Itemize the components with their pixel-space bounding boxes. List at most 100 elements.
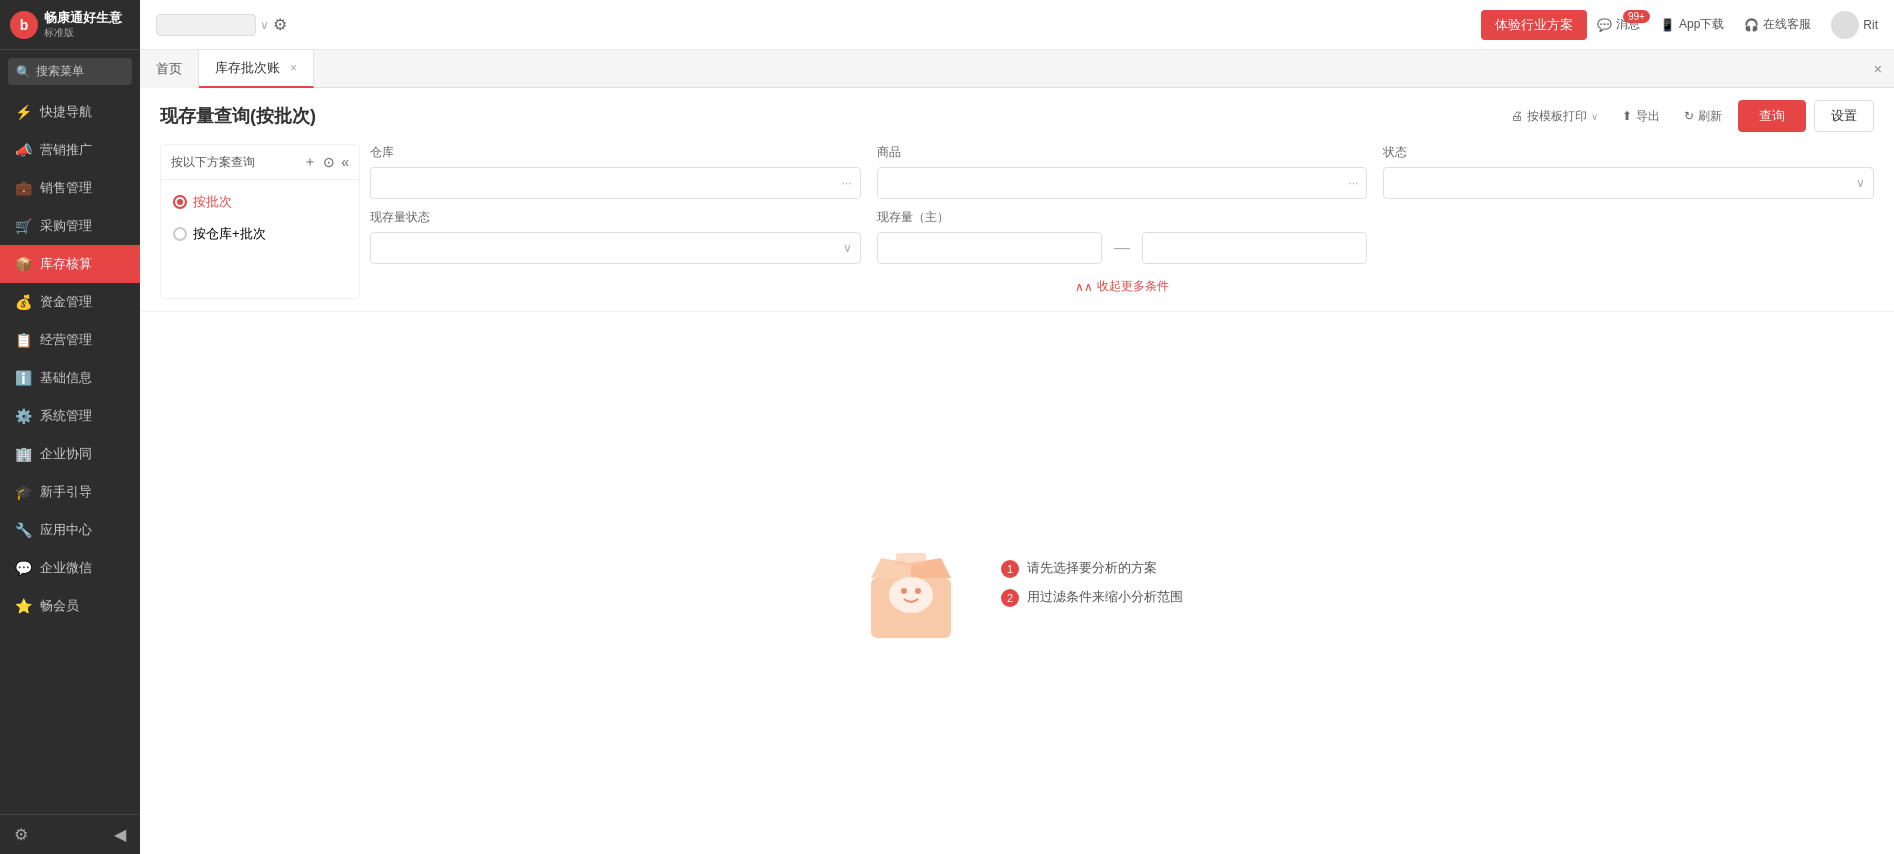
sidebar-item-label: 采购管理 — [40, 217, 92, 235]
empty-step-2: 2 用过滤条件来缩小分析范围 — [1001, 588, 1183, 607]
scheme-header-actions: ＋ ⊙ « — [303, 153, 349, 171]
sidebar-item-wechat[interactable]: 💬 企业微信 — [0, 549, 140, 587]
inventory-status-label: 现存量状态 — [370, 209, 861, 226]
brand-version: 标准版 — [44, 26, 122, 39]
page-title: 现存量查询(按批次) — [160, 104, 316, 128]
print-dropdown-icon[interactable]: ∨ — [1591, 111, 1598, 122]
quantity-to-input[interactable] — [1142, 232, 1367, 264]
sidebar-nav: ⚡ 快捷导航 📣 营销推广 💼 销售管理 🛒 采购管理 📦 库存核算 💰 资金管… — [0, 93, 140, 814]
tab-inventory-batch[interactable]: 库存批次账 × — [199, 50, 314, 88]
wechat-icon: 💬 — [14, 559, 32, 577]
sidebar-item-label: 营销推广 — [40, 141, 92, 159]
sidebar-item-quick-nav[interactable]: ⚡ 快捷导航 — [0, 93, 140, 131]
sidebar-item-system[interactable]: ⚙️ 系统管理 — [0, 397, 140, 435]
sidebar-item-app-center[interactable]: 🔧 应用中心 — [0, 511, 140, 549]
step-2-text: 用过滤条件来缩小分析范围 — [1027, 588, 1183, 606]
scheme-add-icon[interactable]: ＋ — [303, 153, 317, 171]
app-download-label: App下载 — [1679, 16, 1724, 33]
sidebar-search[interactable]: 🔍 搜索菜单 — [8, 58, 132, 85]
quantity-field: 现存量（主） — — [877, 209, 1368, 264]
sidebar-item-marketing[interactable]: 📣 营销推广 — [0, 131, 140, 169]
sidebar-item-operations[interactable]: 📋 经营管理 — [0, 321, 140, 359]
status-label: 状态 — [1383, 144, 1874, 161]
purchase-icon: 🛒 — [14, 217, 32, 235]
inventory-status-field: 现存量状态 ∨ — [370, 209, 861, 264]
sidebar-item-label: 快捷导航 — [40, 103, 92, 121]
query-button[interactable]: 查询 — [1738, 100, 1806, 132]
guide-icon: 🎓 — [14, 483, 32, 501]
print-label: 按模板打印 — [1527, 108, 1587, 125]
enterprise-icon: 🏢 — [14, 445, 32, 463]
warehouse-label: 仓库 — [370, 144, 861, 161]
goods-input[interactable]: ··· — [877, 167, 1368, 199]
sidebar-item-label: 资金管理 — [40, 293, 92, 311]
sidebar-item-label: 企业协同 — [40, 445, 92, 463]
trial-button[interactable]: 体验行业方案 — [1481, 10, 1587, 40]
svg-rect-6 — [896, 553, 926, 565]
scheme-settings-icon[interactable]: ⊙ — [323, 154, 335, 170]
sidebar-item-guide[interactable]: 🎓 新手引导 — [0, 473, 140, 511]
brand-name: 畅康通好生意 — [44, 10, 122, 27]
app-download-icon: 📱 — [1660, 18, 1675, 32]
tab-bar-close-button[interactable]: × — [1862, 61, 1894, 77]
sidebar-footer: ⚙ ◀ — [0, 814, 140, 854]
page-header: 现存量查询(按批次) 🖨 按模板打印 ∨ ⬆ 导出 ↻ 刷新 查询 设置 — [140, 88, 1894, 132]
finance-icon: 💰 — [14, 293, 32, 311]
app-download-button[interactable]: 📱 App下载 — [1660, 16, 1724, 33]
scheme-item-by-batch[interactable]: 按批次 — [161, 186, 359, 218]
breadcrumb: ∨ ⚙ — [156, 14, 1471, 36]
tab-home[interactable]: 首页 — [140, 50, 199, 88]
sidebar-item-enterprise[interactable]: 🏢 企业协同 — [0, 435, 140, 473]
footer-collapse-icon[interactable]: ◀ — [114, 825, 126, 844]
step-2-number: 2 — [1001, 589, 1019, 607]
customer-service-button[interactable]: 🎧 在线客服 — [1744, 16, 1811, 33]
quick-nav-icon: ⚡ — [14, 103, 32, 121]
topbar-gear-icon[interactable]: ⚙ — [273, 15, 287, 34]
sidebar-item-inventory[interactable]: 📦 库存核算 — [0, 245, 140, 283]
scheme-item-by-warehouse-batch[interactable]: 按仓库+批次 — [161, 218, 359, 250]
settings-button[interactable]: 设置 — [1814, 100, 1874, 132]
goods-field: 商品 ··· — [877, 144, 1368, 199]
quantity-dash: — — [1114, 239, 1130, 257]
collapse-more-label: 收起更多条件 — [1097, 278, 1169, 295]
user-menu[interactable]: Rit — [1831, 11, 1878, 39]
scheme-header: 按以下方案查询 ＋ ⊙ « — [161, 145, 359, 180]
empty-steps: 1 请先选择要分析的方案 2 用过滤条件来缩小分析范围 — [1001, 559, 1183, 607]
tab-home-label: 首页 — [156, 60, 182, 78]
inventory-status-dropdown[interactable]: ∨ — [370, 232, 861, 264]
warehouse-dots-icon[interactable]: ··· — [842, 176, 852, 190]
vip-icon: ⭐ — [14, 597, 32, 615]
warehouse-input[interactable]: ··· — [370, 167, 861, 199]
operations-icon: 📋 — [14, 331, 32, 349]
sidebar-item-purchase[interactable]: 🛒 采购管理 — [0, 207, 140, 245]
refresh-button[interactable]: ↻ 刷新 — [1676, 104, 1730, 129]
sidebar-item-label: 畅会员 — [40, 597, 79, 615]
step-1-text: 请先选择要分析的方案 — [1027, 559, 1157, 577]
goods-dots-icon[interactable]: ··· — [1348, 176, 1358, 190]
sidebar-item-finance[interactable]: 💰 资金管理 — [0, 283, 140, 321]
customer-service-label: 在线客服 — [1763, 16, 1811, 33]
export-button[interactable]: ⬆ 导出 — [1614, 104, 1668, 129]
warehouse-field: 仓库 ··· — [370, 144, 861, 199]
footer-settings-icon[interactable]: ⚙ — [14, 825, 28, 844]
tab-close-icon[interactable]: × — [290, 61, 297, 75]
collapse-more-button[interactable]: ∧∧ 收起更多条件 — [370, 274, 1874, 299]
message-button[interactable]: 💬 消息 99+ — [1597, 16, 1640, 33]
scheme-panel: 按以下方案查询 ＋ ⊙ « 按批次 — [160, 144, 360, 299]
scheme-radio-inactive — [173, 227, 187, 241]
main-area: ∨ ⚙ 体验行业方案 💬 消息 99+ 📱 App下载 🎧 在线客服 Rit — [140, 0, 1894, 854]
page-actions: 🖨 按模板打印 ∨ ⬆ 导出 ↻ 刷新 查询 设置 — [1503, 100, 1874, 132]
sidebar-item-sales[interactable]: 💼 销售管理 — [0, 169, 140, 207]
customer-service-icon: 🎧 — [1744, 18, 1759, 32]
status-dropdown[interactable]: ∨ — [1383, 167, 1874, 199]
sidebar-item-vip[interactable]: ⭐ 畅会员 — [0, 587, 140, 625]
filter-row-1: 仓库 ··· 商品 ··· 状态 — [370, 144, 1874, 199]
scheme-collapse-icon[interactable]: « — [341, 154, 349, 170]
print-button[interactable]: 🖨 按模板打印 ∨ — [1503, 104, 1606, 129]
marketing-icon: 📣 — [14, 141, 32, 159]
sidebar-item-basic-info[interactable]: ℹ️ 基础信息 — [0, 359, 140, 397]
topbar: ∨ ⚙ 体验行业方案 💬 消息 99+ 📱 App下载 🎧 在线客服 Rit — [140, 0, 1894, 50]
breadcrumb-input[interactable] — [156, 14, 256, 36]
quantity-from-input[interactable] — [877, 232, 1102, 264]
basic-info-icon: ℹ️ — [14, 369, 32, 387]
